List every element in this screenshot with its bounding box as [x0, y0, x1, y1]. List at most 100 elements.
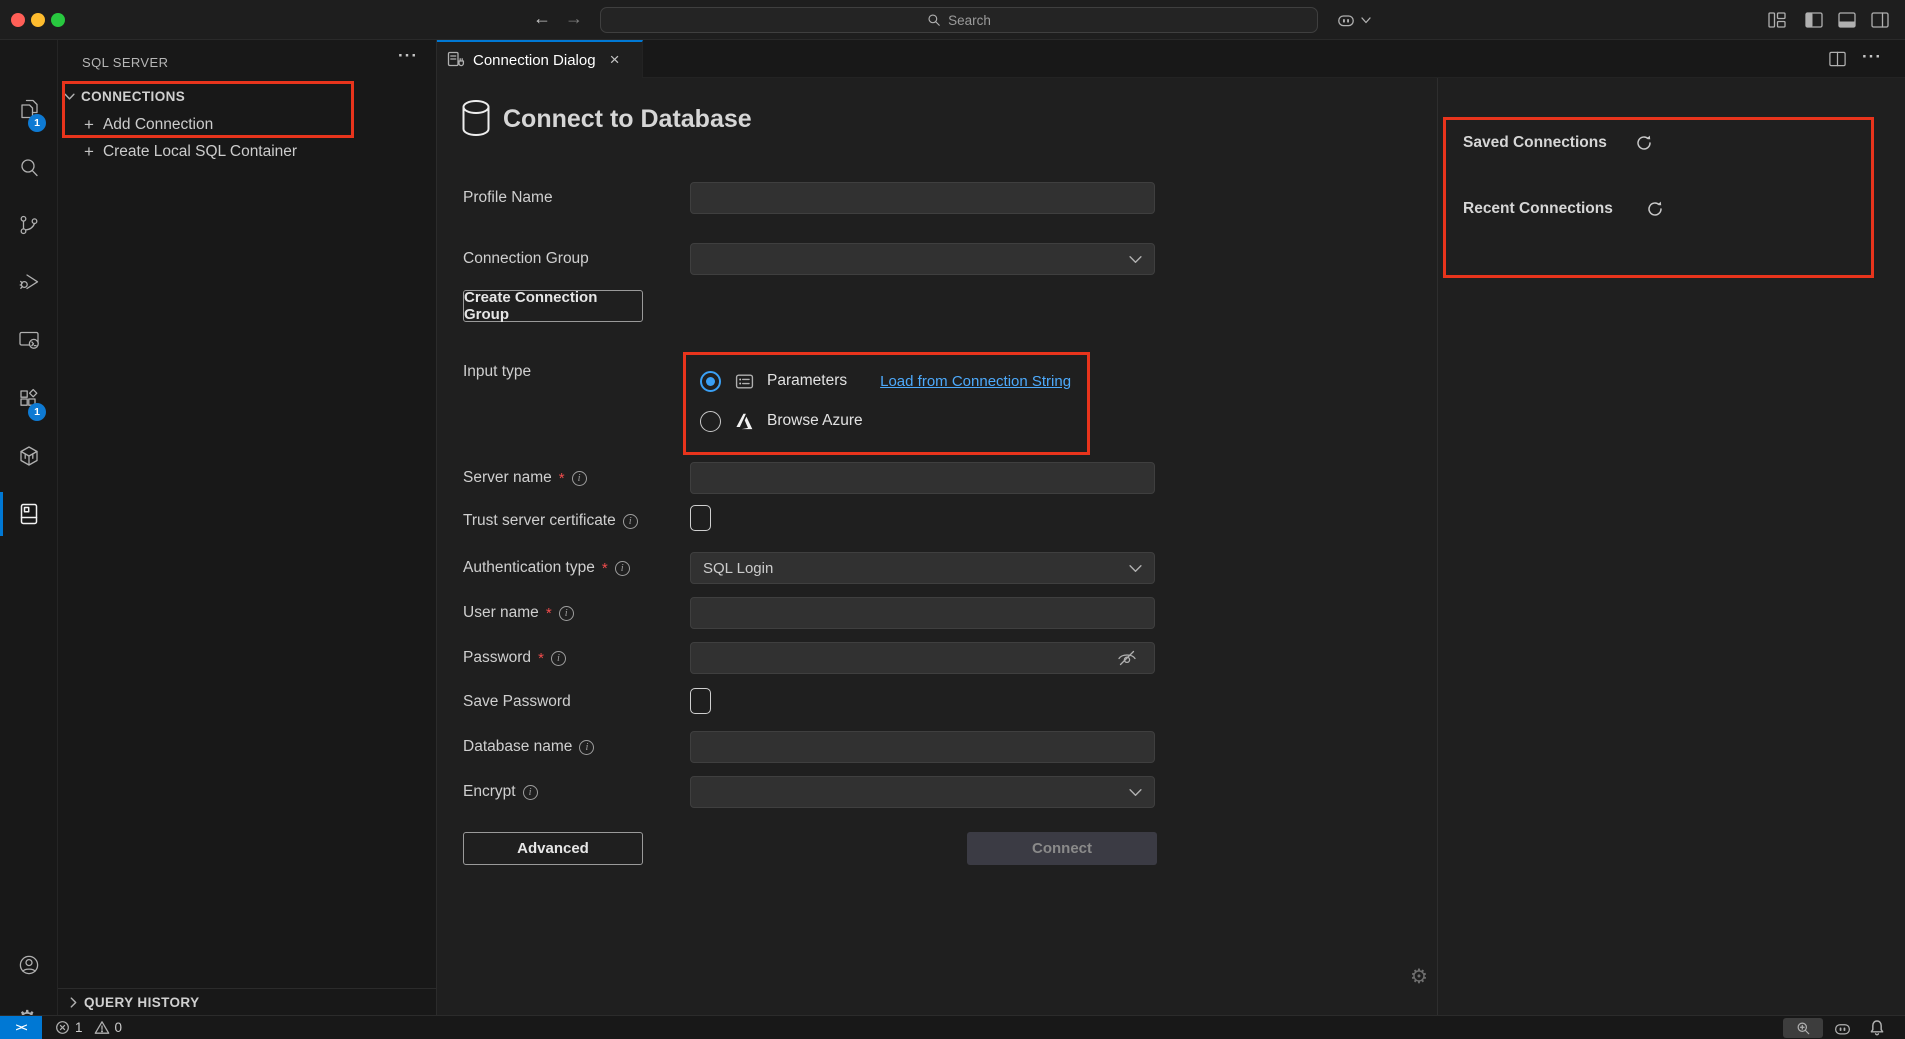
info-icon[interactable]: i [523, 785, 538, 800]
sidebar-item-add-connection[interactable]: + Add Connection [84, 111, 437, 138]
search-placeholder: Search [948, 13, 991, 28]
window-close-button[interactable] [11, 13, 25, 27]
plus-icon: + [84, 142, 94, 162]
connection-group-select[interactable] [690, 243, 1155, 275]
database-icon [458, 98, 494, 140]
sidebar-more-actions-icon[interactable]: ··· [398, 46, 418, 66]
azure-icon [735, 412, 754, 431]
required-marker: * [546, 605, 552, 622]
load-from-connection-string-link[interactable]: Load from Connection String [880, 373, 1071, 390]
connections-section-header[interactable]: CONNECTIONS [64, 83, 437, 110]
sidebar-title: SQL SERVER [82, 55, 168, 70]
page-title: Connect to Database [503, 105, 752, 134]
required-marker: * [559, 470, 565, 487]
authentication-type-select[interactable]: SQL Login [690, 552, 1155, 584]
connections-side-panel: Saved Connections Recent Connections [1437, 78, 1905, 1015]
problems-indicator[interactable]: 1 0 [55, 1016, 122, 1039]
user-name-input[interactable] [690, 597, 1155, 629]
save-password-checkbox[interactable] [690, 688, 711, 714]
toggle-secondary-sidebar-icon[interactable] [1870, 11, 1890, 29]
tab-close-icon[interactable]: × [610, 50, 620, 70]
copilot-status-icon[interactable] [1833, 1019, 1852, 1038]
query-history-section-header[interactable]: QUERY HISTORY [58, 988, 437, 1015]
tab-connection-dialog[interactable]: Connection Dialog × [437, 40, 643, 78]
status-bar: >< 1 0 [0, 1015, 1905, 1039]
active-item-indicator [0, 492, 3, 536]
sidebar-item-create-local-sql-container[interactable]: + Create Local SQL Container [84, 138, 437, 165]
info-icon[interactable]: i [623, 514, 638, 529]
tree-item-label: Create Local SQL Container [103, 143, 297, 161]
encrypt-select[interactable] [690, 776, 1155, 808]
password-label: Password*i [463, 642, 566, 674]
containers-icon[interactable] [17, 444, 41, 468]
chevron-down-icon [1129, 788, 1142, 797]
chevron-collapsed-icon [70, 997, 77, 1008]
remote-indicator[interactable]: >< [0, 1016, 42, 1039]
refresh-saved-connections-icon[interactable] [1635, 134, 1653, 152]
zoom-indicator[interactable] [1783, 1018, 1823, 1038]
info-icon[interactable]: i [559, 606, 574, 621]
title-bar: ← → Search [0, 0, 1905, 40]
form-settings-gear-icon[interactable]: ⚙ [1410, 967, 1428, 987]
browse-azure-radio[interactable] [700, 411, 721, 432]
save-password-label: Save Password [463, 686, 571, 718]
parameters-option-label[interactable]: Parameters [767, 372, 847, 390]
input-type-label: Input type [463, 356, 531, 388]
customize-layout-icon[interactable] [1767, 11, 1787, 29]
editor-more-actions-icon[interactable]: ··· [1862, 47, 1882, 67]
warnings-icon [94, 1020, 110, 1035]
remote-explorer-icon[interactable] [17, 328, 41, 352]
notifications-bell-icon[interactable] [1868, 1019, 1886, 1037]
info-icon[interactable]: i [551, 651, 566, 666]
saved-connections-header: Saved Connections [1463, 134, 1607, 152]
errors-count: 1 [75, 1020, 83, 1035]
connection-dialog-tab-icon [447, 51, 465, 69]
split-editor-icon[interactable] [1828, 50, 1847, 68]
authentication-type-value: SQL Login [703, 560, 773, 577]
parameters-radio[interactable] [700, 371, 721, 392]
required-marker: * [602, 560, 608, 577]
extensions-badge: 1 [28, 403, 46, 421]
remote-icon: >< [16, 1022, 27, 1034]
chevron-down-icon[interactable] [1361, 17, 1371, 24]
password-input[interactable] [690, 642, 1155, 674]
connection-dialog-form: Connect to Database Profile Name Connect… [437, 78, 1437, 1015]
source-control-icon[interactable] [17, 213, 41, 237]
editor-tab-bar: Connection Dialog × ··· [437, 40, 1905, 78]
sql-server-icon[interactable] [17, 502, 41, 526]
profile-name-input[interactable] [690, 182, 1155, 214]
info-icon[interactable]: i [615, 561, 630, 576]
encrypt-label: Encrypti [463, 776, 538, 808]
database-name-input[interactable] [690, 731, 1155, 763]
profile-name-label: Profile Name [463, 182, 553, 214]
toggle-primary-sidebar-icon[interactable] [1804, 11, 1824, 29]
toggle-panel-icon[interactable] [1837, 11, 1857, 29]
search-command-center[interactable]: Search [600, 7, 1318, 33]
server-name-input[interactable] [690, 462, 1155, 494]
chevron-down-icon [1129, 255, 1142, 264]
browse-azure-option-label[interactable]: Browse Azure [767, 412, 863, 430]
trust-server-certificate-checkbox[interactable] [690, 505, 711, 531]
advanced-button[interactable]: Advanced [463, 832, 643, 865]
window-maximize-button[interactable] [51, 13, 65, 27]
create-connection-group-button[interactable]: Create Connection Group [463, 290, 643, 322]
connect-button[interactable]: Connect [967, 832, 1157, 865]
query-history-label: QUERY HISTORY [84, 995, 199, 1010]
input-type-parameters-row: Parameters Load from Connection String [700, 366, 1090, 396]
vscode-window: ← → Search 1 1 ⚙ SQL SERVER ··· [0, 0, 1905, 1039]
search-icon [927, 13, 941, 27]
chevron-expanded-icon [64, 93, 75, 101]
copilot-icon[interactable] [1336, 10, 1356, 30]
user-name-label: User name*i [463, 597, 574, 629]
refresh-recent-connections-icon[interactable] [1646, 200, 1664, 218]
toggle-password-visibility-icon[interactable] [1116, 647, 1138, 669]
navigate-forward-icon[interactable]: → [565, 8, 583, 29]
explorer-badge: 1 [28, 114, 46, 132]
accounts-icon[interactable] [17, 953, 41, 977]
info-icon[interactable]: i [572, 471, 587, 486]
run-debug-icon[interactable] [17, 270, 41, 294]
search-sidebar-icon[interactable] [17, 156, 41, 180]
info-icon[interactable]: i [579, 740, 594, 755]
window-minimize-button[interactable] [31, 13, 45, 27]
navigate-back-icon[interactable]: ← [533, 8, 551, 29]
